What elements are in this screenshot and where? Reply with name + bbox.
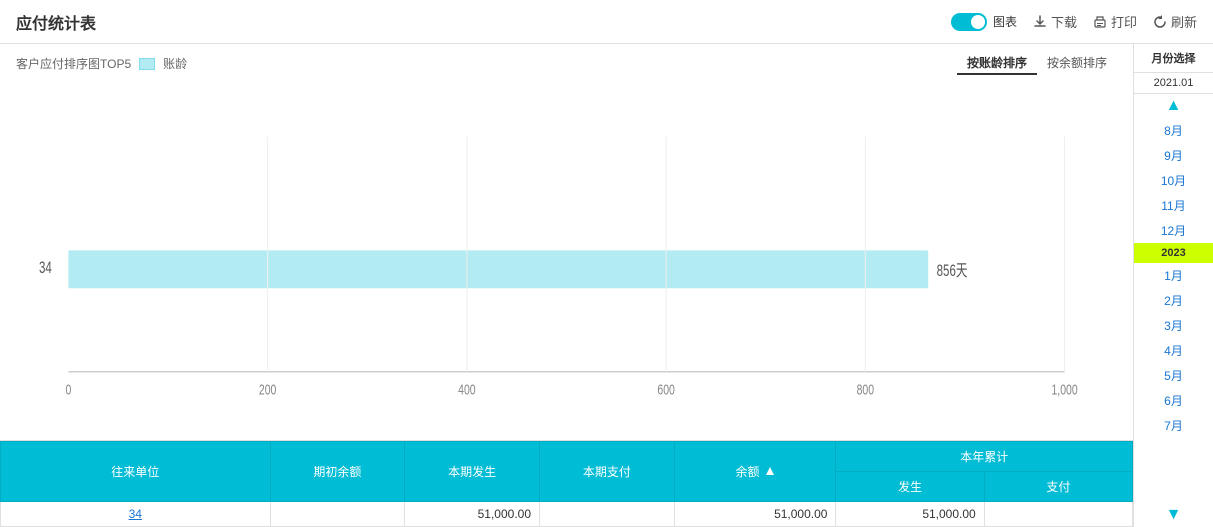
download-label: 下载 bbox=[1051, 12, 1077, 31]
header-actions: 图表 下载 打印 刷新 bbox=[951, 12, 1197, 31]
col-ytd-pay: 支付 bbox=[984, 472, 1132, 502]
month-1[interactable]: 1月 bbox=[1134, 263, 1213, 288]
svg-text:800: 800 bbox=[857, 381, 874, 398]
sidebar-nav: ▲ 8月 9月 10月 11月 12月 2023 1月 2月 3月 4月 5月 … bbox=[1134, 94, 1213, 527]
chart-toggle-label: 图表 bbox=[993, 13, 1017, 30]
bar-chart: 34 856天 0 200 400 600 800 1,000 bbox=[16, 91, 1117, 440]
month-7[interactable]: 7月 bbox=[1134, 413, 1213, 438]
cell-balance: 51,000.00 bbox=[674, 502, 836, 527]
svg-text:34: 34 bbox=[39, 259, 52, 278]
cell-current-occur: 51,000.00 bbox=[405, 502, 540, 527]
svg-text:0: 0 bbox=[66, 381, 72, 398]
main-content: 客户应付排序图TOP5 账龄 按账龄排序 按余额排序 34 856天 bbox=[0, 44, 1213, 527]
table-row: 34 51,000.00 51,000.00 51,000.00 bbox=[1, 502, 1133, 527]
refresh-icon bbox=[1153, 15, 1167, 29]
cell-vendor[interactable]: 34 bbox=[1, 502, 271, 527]
download-icon bbox=[1033, 15, 1047, 29]
legend-box bbox=[139, 58, 155, 70]
col-opening: 期初余额 bbox=[270, 442, 405, 502]
chart-sort: 按账龄排序 按余额排序 bbox=[957, 52, 1117, 75]
header: 应付统计表 图表 下载 打印 刷新 bbox=[0, 0, 1213, 44]
download-button[interactable]: 下载 bbox=[1033, 12, 1077, 31]
col-current-pay: 本期支付 bbox=[540, 442, 675, 502]
month-2[interactable]: 2月 bbox=[1134, 288, 1213, 313]
month-8[interactable]: 8月 bbox=[1134, 118, 1213, 143]
month-3[interactable]: 3月 bbox=[1134, 313, 1213, 338]
sort-by-amount-button[interactable]: 按余额排序 bbox=[1037, 52, 1117, 75]
svg-text:200: 200 bbox=[259, 381, 276, 398]
col-vendor: 往来单位 bbox=[1, 442, 271, 502]
sort-by-balance-button[interactable]: 按账龄排序 bbox=[957, 52, 1037, 75]
print-label: 打印 bbox=[1111, 12, 1137, 31]
chart-toggle[interactable] bbox=[951, 13, 987, 31]
chart-area: 客户应付排序图TOP5 账龄 按账龄排序 按余额排序 34 856天 bbox=[0, 44, 1133, 527]
legend-title: 客户应付排序图TOP5 bbox=[16, 55, 131, 72]
year-2023-marker[interactable]: 2023 bbox=[1134, 243, 1213, 263]
svg-text:856天: 856天 bbox=[937, 262, 968, 281]
year-input[interactable] bbox=[1134, 73, 1213, 94]
svg-text:400: 400 bbox=[458, 381, 475, 398]
refresh-label: 刷新 bbox=[1171, 12, 1197, 31]
chart-legend: 客户应付排序图TOP5 账龄 bbox=[16, 55, 187, 72]
month-6[interactable]: 6月 bbox=[1134, 388, 1213, 413]
table-area: 往来单位 期初余额 本期发生 本期支付 余额 本年累计 bbox=[0, 440, 1133, 527]
cell-current-pay bbox=[540, 502, 675, 527]
month-10[interactable]: 10月 bbox=[1134, 168, 1213, 193]
cell-opening bbox=[270, 502, 405, 527]
sidebar-header: 月份选择 bbox=[1134, 44, 1213, 73]
cell-ytd-occur: 51,000.00 bbox=[836, 502, 984, 527]
data-table: 往来单位 期初余额 本期发生 本期支付 余额 本年累计 bbox=[0, 441, 1133, 527]
app-container: 应付统计表 图表 下载 打印 刷新 bbox=[0, 0, 1213, 527]
month-9[interactable]: 9月 bbox=[1134, 143, 1213, 168]
nav-down-button[interactable]: ▼ bbox=[1162, 503, 1186, 527]
print-button[interactable]: 打印 bbox=[1093, 12, 1137, 31]
col-ytd-occur: 发生 bbox=[836, 472, 984, 502]
chart-toggle-container: 图表 bbox=[951, 13, 1017, 31]
sort-icon bbox=[765, 466, 775, 476]
month-4[interactable]: 4月 bbox=[1134, 338, 1213, 363]
refresh-button[interactable]: 刷新 bbox=[1153, 12, 1197, 31]
legend-box-label: 账龄 bbox=[163, 55, 187, 72]
table-container: 往来单位 期初余额 本期发生 本期支付 余额 本年累计 bbox=[0, 441, 1133, 527]
right-sidebar: 月份选择 ▲ 8月 9月 10月 11月 12月 2023 1月 2月 3月 4… bbox=[1133, 44, 1213, 527]
svg-text:1,000: 1,000 bbox=[1051, 381, 1077, 398]
month-11[interactable]: 11月 bbox=[1134, 193, 1213, 218]
chart-header: 客户应付排序图TOP5 账龄 按账龄排序 按余额排序 bbox=[0, 44, 1133, 83]
chart-wrapper: 34 856天 0 200 400 600 800 1,000 bbox=[0, 83, 1133, 440]
cell-ytd-pay bbox=[984, 502, 1132, 527]
month-5[interactable]: 5月 bbox=[1134, 363, 1213, 388]
col-current-occur: 本期发生 bbox=[405, 442, 540, 502]
month-list: 8月 9月 10月 11月 12月 2023 1月 2月 3月 4月 5月 6月… bbox=[1134, 118, 1213, 503]
svg-text:600: 600 bbox=[657, 381, 674, 398]
print-icon bbox=[1093, 15, 1107, 29]
col-balance: 余额 bbox=[674, 442, 836, 502]
nav-up-button[interactable]: ▲ bbox=[1162, 94, 1186, 118]
page-title: 应付统计表 bbox=[16, 10, 96, 34]
month-12[interactable]: 12月 bbox=[1134, 218, 1213, 243]
col-ytd: 本年累计 bbox=[836, 442, 1133, 472]
